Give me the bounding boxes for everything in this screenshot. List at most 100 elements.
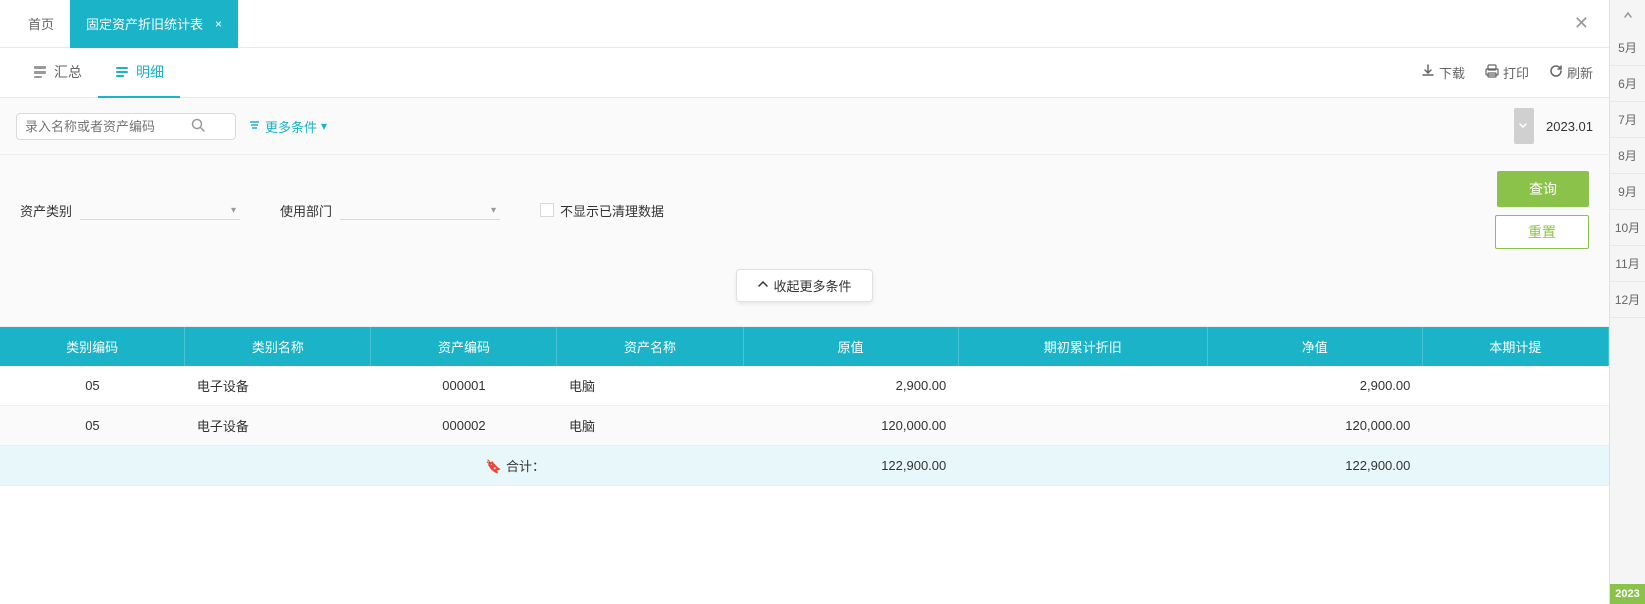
filter-bar: 更多条件 ▾ 2023.01 (0, 98, 1609, 155)
use-dept-field: 使用部门 ▾ (280, 200, 500, 220)
col-asset-name: 资产名称 (557, 327, 743, 366)
total-cell-empty1 (0, 446, 185, 486)
total-net-value: 122,900.00 (1207, 446, 1422, 486)
search-icon[interactable] (191, 118, 205, 135)
reset-button[interactable]: 重置 (1495, 215, 1589, 249)
sidebar-expand-button[interactable] (1514, 108, 1534, 144)
list-icon (114, 64, 130, 80)
hide-cleared-label: 不显示已清理数据 (560, 201, 664, 220)
cell-asset-code: 000002 (371, 406, 557, 446)
year-badge[interactable]: 2023 (1610, 584, 1645, 604)
col-category-code: 类别编码 (0, 327, 185, 366)
download-label: 下载 (1439, 63, 1465, 82)
data-table-wrapper: 类别编码 类别名称 资产编码 资产名称 原值 期初累计折旧 净值 本期计提 05… (0, 327, 1609, 604)
cell-current-depreciation (1422, 406, 1608, 446)
cell-net-value: 2,900.00 (1207, 366, 1422, 406)
tab-summary[interactable]: 汇总 (16, 48, 98, 98)
total-label: 🔖合计： (185, 446, 557, 486)
hide-cleared-field: 不显示已清理数据 (540, 201, 664, 220)
col-category-name: 类别名称 (185, 327, 371, 366)
cell-category-code: 05 (0, 366, 185, 406)
cell-original-value: 120,000.00 (743, 406, 958, 446)
layers-icon (32, 64, 48, 80)
cell-original-value: 2,900.00 (743, 366, 958, 406)
window-close-button[interactable]: ✕ (1566, 5, 1597, 42)
use-dept-select-wrapper: ▾ (340, 200, 500, 220)
cell-asset-name: 电脑 (557, 366, 743, 406)
date-display: 2023.01 (1546, 119, 1593, 134)
total-icon: 🔖 (486, 459, 502, 474)
sidebar-up-button[interactable] (1610, 0, 1645, 30)
col-current-depreciation: 本期计提 (1422, 327, 1608, 366)
collapse-label: 收起更多条件 (773, 276, 851, 295)
table-row: 05 电子设备 000002 电脑 120,000.00 120,000.00 (0, 406, 1609, 446)
collapse-bar: 收起更多条件 (20, 261, 1589, 310)
asset-category-label: 资产类别 (20, 201, 72, 220)
download-icon (1421, 64, 1435, 81)
refresh-label: 刷新 (1567, 63, 1593, 82)
col-asset-code: 资产编码 (371, 327, 557, 366)
sidebar-months-container: 5月6月7月8月9月10月11月12月 (1610, 30, 1645, 318)
use-dept-label: 使用部门 (280, 201, 332, 220)
page-container: 汇总 明细 (0, 48, 1609, 604)
sidebar-month-item[interactable]: 11月 (1610, 246, 1645, 282)
table-row: 05 电子设备 000001 电脑 2,900.00 2,900.00 (0, 366, 1609, 406)
sidebar-month-item[interactable]: 9月 (1610, 174, 1645, 210)
nav-tab-label: 固定资产折旧统计表 (86, 14, 203, 33)
top-nav: 首页 固定资产折旧统计表 × ✕ (0, 0, 1609, 48)
sidebar-month-item[interactable]: 7月 (1610, 102, 1645, 138)
filter-icon (248, 118, 261, 134)
more-criteria-button[interactable]: 更多条件 ▾ (248, 117, 327, 136)
asset-category-field: 资产类别 ▾ (20, 200, 240, 220)
tab-summary-label: 汇总 (54, 62, 82, 82)
cell-current-depreciation (1422, 366, 1608, 406)
tab-detail[interactable]: 明细 (98, 48, 180, 98)
nav-home-link[interactable]: 首页 (12, 14, 70, 33)
col-original-value: 原值 (743, 327, 958, 366)
filter-action-buttons: 查询 重置 (1495, 171, 1589, 249)
cell-accum-depreciation (958, 366, 1207, 406)
table-header-row: 类别编码 类别名称 资产编码 资产名称 原值 期初累计折旧 净值 本期计提 (0, 327, 1609, 366)
sidebar-month-item[interactable]: 6月 (1610, 66, 1645, 102)
search-input[interactable] (25, 119, 185, 134)
total-current-depreciation (1422, 446, 1608, 486)
filter-row: 资产类别 ▾ 使用部门 ▾ (20, 171, 1589, 249)
search-wrapper (16, 113, 236, 140)
col-accum-depreciation: 期初累计折旧 (958, 327, 1207, 366)
nav-active-tab[interactable]: 固定资产折旧统计表 × (70, 0, 238, 48)
col-net-value: 净值 (1207, 327, 1422, 366)
nav-tab-close-icon[interactable]: × (215, 17, 222, 31)
advanced-filter-panel: 资产类别 ▾ 使用部门 ▾ (0, 155, 1609, 327)
chevron-down-icon: ▾ (321, 119, 327, 133)
sidebar-month-item[interactable]: 8月 (1610, 138, 1645, 174)
use-dept-select[interactable] (340, 200, 500, 220)
total-original-value: 122,900.00 (743, 446, 958, 486)
print-button[interactable]: 打印 (1485, 63, 1529, 82)
refresh-icon (1549, 64, 1563, 81)
sidebar-month-item[interactable]: 12月 (1610, 282, 1645, 318)
more-criteria-label: 更多条件 (265, 117, 317, 136)
refresh-button[interactable]: 刷新 (1549, 63, 1593, 82)
print-icon (1485, 64, 1499, 81)
cell-category-code: 05 (0, 406, 185, 446)
tab-actions: 下载 打印 (1421, 63, 1593, 82)
cell-asset-name: 电脑 (557, 406, 743, 446)
hide-cleared-checkbox[interactable] (540, 203, 554, 217)
cell-net-value: 120,000.00 (1207, 406, 1422, 446)
chevron-up-icon (757, 278, 769, 293)
cell-category-name: 电子设备 (185, 366, 371, 406)
collapse-button[interactable]: 收起更多条件 (736, 269, 872, 302)
total-row: 🔖合计： 122,900.00 122,900.00 (0, 446, 1609, 486)
print-label: 打印 (1503, 63, 1529, 82)
cell-accum-depreciation (958, 406, 1207, 446)
sidebar-month-item[interactable]: 10月 (1610, 210, 1645, 246)
query-button[interactable]: 查询 (1497, 171, 1589, 207)
total-cell-empty2 (557, 446, 743, 486)
download-button[interactable]: 下载 (1421, 63, 1465, 82)
cell-asset-code: 000001 (371, 366, 557, 406)
total-accum-depreciation (958, 446, 1207, 486)
asset-category-select[interactable] (80, 200, 240, 220)
sidebar-month-item[interactable]: 5月 (1610, 30, 1645, 66)
right-sidebar: 5月6月7月8月9月10月11月12月 2023 (1609, 0, 1645, 604)
data-table: 类别编码 类别名称 资产编码 资产名称 原值 期初累计折旧 净值 本期计提 05… (0, 327, 1609, 486)
